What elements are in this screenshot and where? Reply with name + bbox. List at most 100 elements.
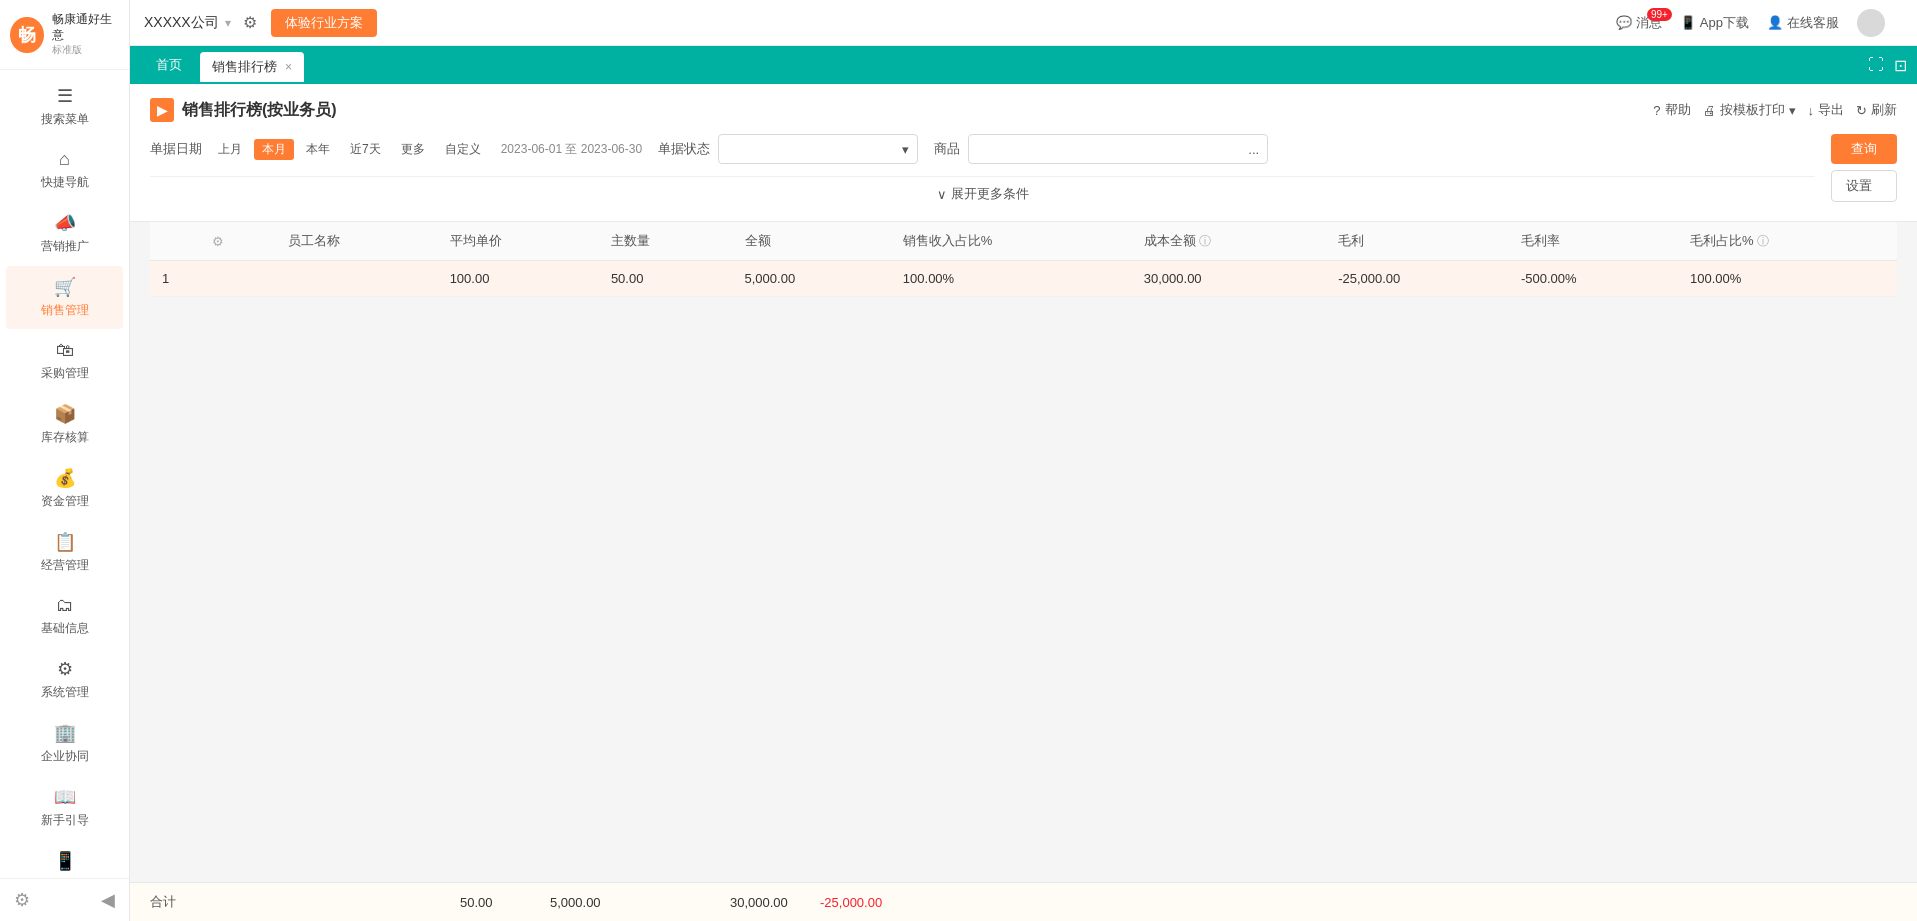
filter-row: 单据日期 上月 本月 本年 近7天 更多 自定义 2023-06-01 至 20…	[150, 134, 1815, 176]
footer-label: 合计	[150, 893, 330, 911]
footer-amount: 5,000.00	[550, 895, 640, 910]
company-selector[interactable]: XXXXX公司 ▾	[144, 14, 231, 32]
sidebar-item-guide[interactable]: 📖 新手引导	[6, 776, 123, 839]
inventory-icon: 📦	[54, 403, 76, 425]
sidebar: 畅 畅康通好生意 标准版 ☰ 搜索菜单 ⌂ 快捷导航 📣 营销推广 🛒 销售管理…	[0, 0, 130, 921]
col-name: 员工名称	[276, 222, 437, 261]
app-download-icon: 📱	[1680, 15, 1696, 30]
sidebar-item-inventory[interactable]: 📦 库存核算	[6, 393, 123, 456]
query-button[interactable]: 查询	[1831, 134, 1897, 164]
table-settings-icon[interactable]: ⚙	[212, 234, 224, 249]
settings-button[interactable]: 设置	[1831, 170, 1897, 202]
col-gross: 毛利	[1326, 222, 1509, 261]
expand-row: ∨ 展开更多条件	[150, 176, 1815, 209]
page-content: ▶ 销售排行榜(按业务员) ? 帮助 🖨 按模板打印 ▾ ↓	[130, 84, 1917, 921]
sidebar-item-marketing[interactable]: 📣 营销推广	[6, 202, 123, 265]
sidebar-logo: 畅 畅康通好生意 标准版	[0, 0, 129, 70]
sidebar-item-finance[interactable]: 💰 资金管理	[6, 457, 123, 520]
filter-buttons: 查询 设置	[1831, 134, 1897, 202]
date-opt-prev[interactable]: 上月	[210, 139, 250, 160]
operations-icon: 📋	[54, 531, 76, 553]
sidebar-item-system[interactable]: ⚙ 系统管理	[6, 648, 123, 711]
tab-close-icon[interactable]: ×	[285, 60, 292, 74]
system-icon: ⚙	[57, 658, 73, 680]
print-button[interactable]: 🖨 按模板打印 ▾	[1703, 101, 1796, 119]
goods-input-more: ...	[1248, 142, 1259, 157]
date-opt-7days[interactable]: 近7天	[342, 139, 389, 160]
main-area: XXXXX公司 ▾ ⚙ 体验行业方案 💬 消息 99+ 📱 App下载 👤 在线…	[130, 0, 1917, 921]
tab-home[interactable]: 首页	[140, 46, 198, 84]
message-badge: 99+	[1647, 8, 1672, 21]
topbar-settings-icon[interactable]: ⚙	[243, 13, 257, 32]
date-filter-group: 单据日期 上月 本月 本年 近7天 更多 自定义 2023-06-01 至 20…	[150, 139, 642, 160]
sidebar-footer: ⚙ ◀	[0, 878, 129, 921]
sidebar-item-purchase[interactable]: 🛍 采购管理	[6, 330, 123, 392]
col-qty: 主数量	[599, 222, 733, 261]
refresh-button[interactable]: ↻ 刷新	[1856, 101, 1897, 119]
goods-input[interactable]: ...	[968, 134, 1268, 164]
sidebar-item-operations[interactable]: 📋 经营管理	[6, 521, 123, 584]
sidebar-settings-icon[interactable]: ⚙	[14, 889, 30, 911]
status-select-chevron: ▾	[902, 142, 909, 157]
table-head: ⚙ 员工名称 平均单价 主数量 全额 销售收入占比% 成本全额 ⓘ 毛利 毛利率	[150, 222, 1897, 261]
cell-qty: 50.00	[599, 261, 733, 297]
help-button[interactable]: ? 帮助	[1653, 101, 1690, 119]
grosspct-info-icon[interactable]: ⓘ	[1757, 234, 1769, 248]
cell-grosspct: 100.00%	[1678, 261, 1897, 297]
purchase-icon: 🛍	[56, 340, 74, 361]
expand-more-btn[interactable]: ∨ 展开更多条件	[937, 185, 1029, 203]
date-opt-current[interactable]: 本月	[254, 139, 294, 160]
col-grosspct: 毛利占比% ⓘ	[1678, 222, 1897, 261]
status-filter-group: 单据状态 ▾	[658, 134, 918, 164]
sidebar-item-search[interactable]: ☰ 搜索菜单	[6, 75, 123, 138]
tab-sales-ranking[interactable]: 销售排行榜 ×	[200, 52, 304, 82]
status-select[interactable]: ▾	[718, 134, 918, 164]
print-dropdown-icon: ▾	[1789, 103, 1796, 118]
cell-grossrate: -500.00%	[1509, 261, 1678, 297]
cell-name	[276, 261, 437, 297]
logo-icon: 畅	[10, 17, 44, 53]
avatar[interactable]	[1857, 9, 1885, 37]
logo-text: 畅康通好生意 标准版	[52, 12, 119, 57]
footer-gross: -25,000.00	[820, 895, 910, 910]
cost-info-icon[interactable]: ⓘ	[1199, 234, 1211, 248]
date-opt-year[interactable]: 本年	[298, 139, 338, 160]
sidebar-item-appcenter[interactable]: 📱 应用中心	[6, 840, 123, 878]
footer-values: 50.00 5,000.00 30,000.00 -25,000.00	[330, 895, 1897, 910]
date-opt-custom[interactable]: 自定义	[437, 139, 489, 160]
col-grossrate: 毛利率	[1509, 222, 1678, 261]
appcenter-icon: 📱	[54, 850, 76, 872]
refresh-icon: ↻	[1856, 103, 1867, 118]
sidebar-item-quicknav[interactable]: ⌂ 快捷导航	[6, 139, 123, 201]
sidebar-item-sales[interactable]: 🛒 销售管理	[6, 266, 123, 329]
app-download-button[interactable]: 📱 App下载	[1680, 14, 1749, 32]
tab-fullscreen-icon[interactable]: ⛶	[1868, 56, 1884, 74]
trial-button[interactable]: 体验行业方案	[271, 9, 377, 37]
marketing-icon: 📣	[54, 212, 76, 234]
cell-avgprice: 100.00	[438, 261, 599, 297]
date-opt-more[interactable]: 更多	[393, 139, 433, 160]
export-button[interactable]: ↓ 导出	[1808, 101, 1845, 119]
sidebar-item-baseinfo[interactable]: 🗂 基础信息	[6, 585, 123, 647]
page-actions: ? 帮助 🖨 按模板打印 ▾ ↓ 导出 ↻ 刷新	[1653, 101, 1897, 119]
cell-num: 1	[150, 261, 200, 297]
expand-down-icon: ∨	[937, 187, 947, 202]
sidebar-collapse-icon[interactable]: ◀	[101, 889, 115, 911]
search-menu-icon: ☰	[57, 85, 73, 107]
export-icon: ↓	[1808, 103, 1815, 118]
baseinfo-icon: 🗂	[56, 595, 74, 616]
company-name: XXXXX公司	[144, 14, 219, 32]
tab-restore-icon[interactable]: ⊡	[1894, 56, 1907, 75]
online-service-button[interactable]: 👤 在线客服	[1767, 14, 1839, 32]
col-avgprice: 平均单价	[438, 222, 599, 261]
message-button[interactable]: 💬 消息 99+	[1616, 14, 1662, 32]
sidebar-item-enterprise[interactable]: 🏢 企业协同	[6, 712, 123, 775]
col-cost: 成本全额 ⓘ	[1132, 222, 1326, 261]
table-row: 1 100.00 50.00 5,000.00 100.00% 30,000.0…	[150, 261, 1897, 297]
cell-cost: 30,000.00	[1132, 261, 1326, 297]
expand-icon[interactable]: ▶	[150, 98, 174, 122]
sidebar-nav: ☰ 搜索菜单 ⌂ 快捷导航 📣 营销推广 🛒 销售管理 🛍 采购管理 📦 库存核…	[0, 70, 129, 878]
cell-salespct: 100.00%	[891, 261, 1132, 297]
filter-area: 单据日期 上月 本月 本年 近7天 更多 自定义 2023-06-01 至 20…	[150, 134, 1815, 209]
status-label: 单据状态	[658, 140, 710, 158]
